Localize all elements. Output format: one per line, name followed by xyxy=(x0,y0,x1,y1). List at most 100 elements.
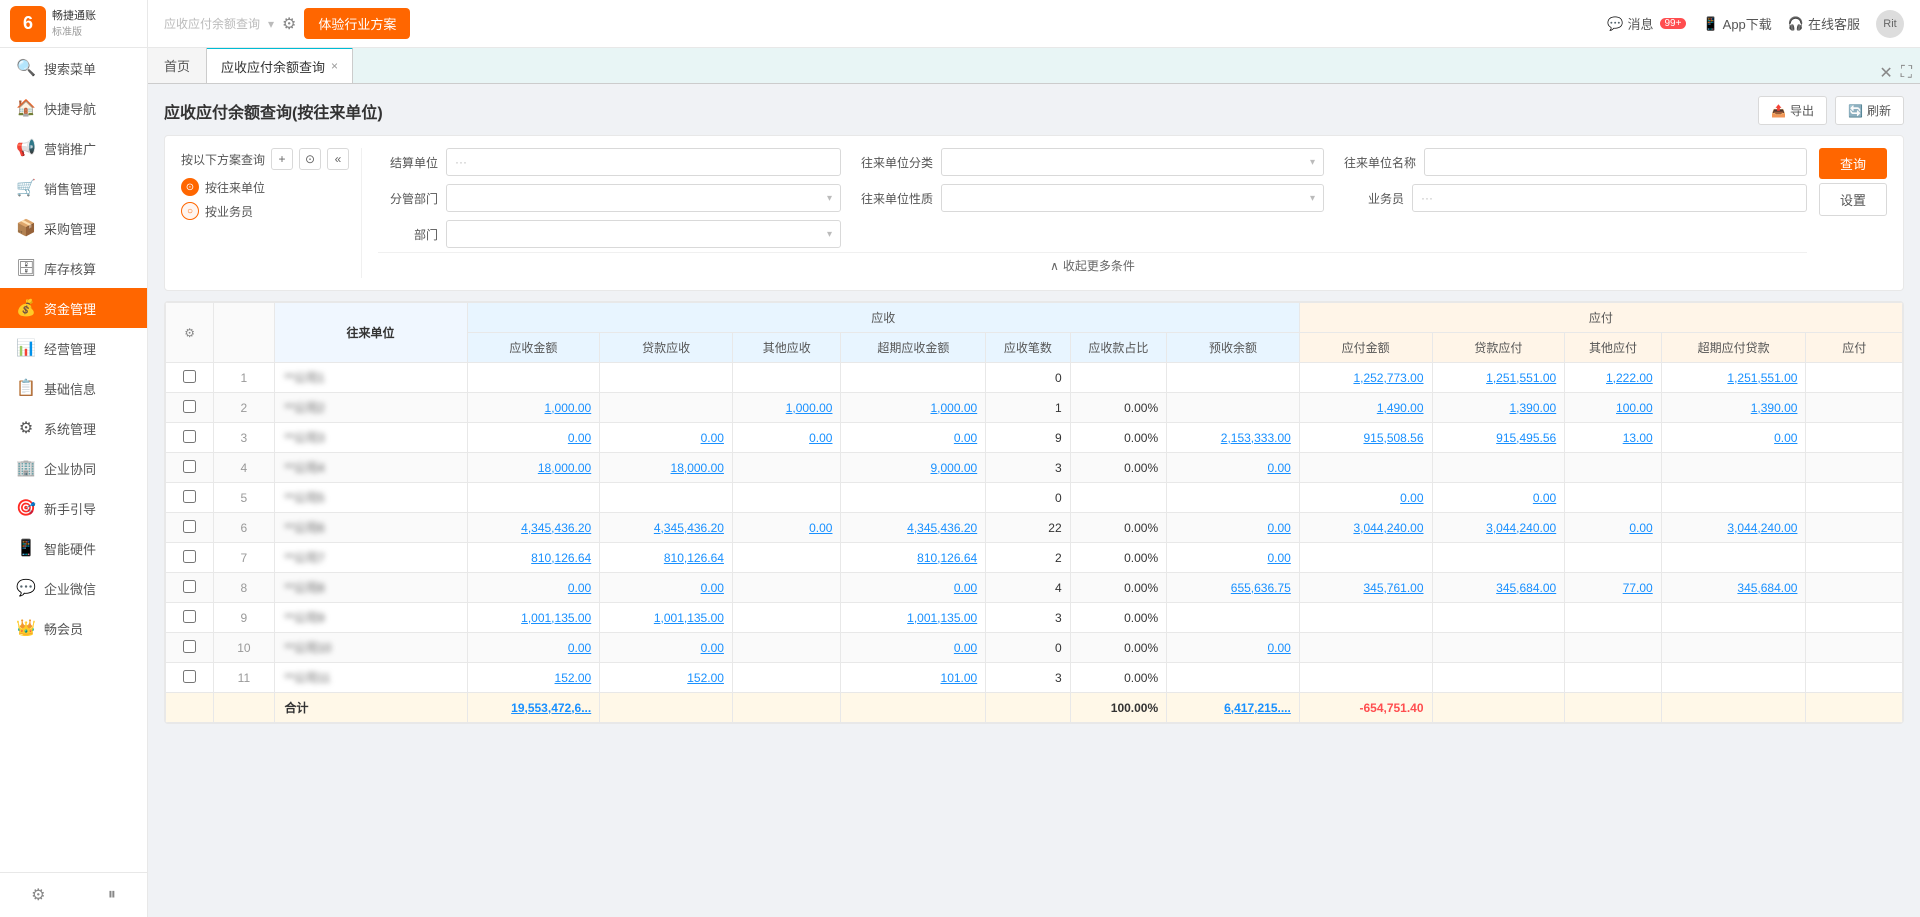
filter-field-settlement: 结算单位 ··· xyxy=(378,148,841,176)
sidebar-bottom: ⚙ ⏸ xyxy=(0,872,147,917)
filter-field-partner-name: 往来单位名称 xyxy=(1344,148,1807,176)
refresh-button[interactable]: 🔄 刷新 xyxy=(1835,96,1904,125)
filter-field-salesman: 业务员 ··· xyxy=(1344,184,1807,212)
wechat-icon: 💬 xyxy=(16,578,36,598)
active-tab-label: 应收应付余额查询 xyxy=(221,57,325,76)
sidebar-item-hardware[interactable]: 📱 智能硬件 xyxy=(0,528,147,568)
online-service-button[interactable]: 🎧 在线客服 xyxy=(1788,14,1860,33)
home-icon: 🏠 xyxy=(16,98,36,118)
system-icon: ⚙ xyxy=(16,418,36,438)
sidebar-item-corp[interactable]: 🏢 企业协同 xyxy=(0,448,147,488)
tab-active[interactable]: 应收应付余额查询 × xyxy=(207,47,353,83)
export-icon: 📤 xyxy=(1771,104,1786,118)
sidebar-item-label: 搜索菜单 xyxy=(44,59,96,78)
row-checkbox[interactable] xyxy=(183,610,196,623)
row-checkbox[interactable] xyxy=(183,640,196,653)
settings-bottom-icon[interactable]: ⚙ xyxy=(23,881,53,909)
sub-dept-input[interactable]: ▾ xyxy=(446,220,841,248)
online-service-label: 在线客服 xyxy=(1808,14,1860,33)
row-checkbox[interactable] xyxy=(183,400,196,413)
sidebar-item-system[interactable]: ⚙ 系统管理 xyxy=(0,408,147,448)
edit-scheme-button[interactable]: ⊙ xyxy=(299,148,321,170)
filter-scheme-panel: 按以下方案查询 + ⊙ « ⊙ 按往来单位 ○ 按业务员 xyxy=(181,148,362,278)
refresh-icon: 🔄 xyxy=(1848,104,1863,118)
dept-input[interactable]: ▾ xyxy=(446,184,841,212)
sidebar-item-label: 企业微信 xyxy=(44,579,96,598)
app-download-button[interactable]: 📱 App下载 xyxy=(1702,14,1771,33)
setting-button[interactable]: 设置 xyxy=(1819,183,1887,216)
row-checkbox[interactable] xyxy=(183,520,196,533)
dropdown-arrow-icon: ▾ xyxy=(827,193,832,204)
export-button[interactable]: 📤 导出 xyxy=(1758,96,1827,125)
sidebar-item-member[interactable]: 👑 畅会员 xyxy=(0,608,147,648)
partner-cell: **公司10 xyxy=(274,633,467,663)
message-button[interactable]: 💬 消息 99+ xyxy=(1607,14,1686,33)
sidebar-item-sales[interactable]: 🛒 销售管理 xyxy=(0,168,147,208)
settings-col-header[interactable]: ⚙ xyxy=(166,303,214,363)
row-checkbox[interactable] xyxy=(183,550,196,563)
topbar: 应收应付余额查询 ▾ ⚙ 体验行业方案 💬 消息 99+ 📱 App下载 🎧 在… xyxy=(148,0,1920,48)
row-number-header xyxy=(214,303,274,363)
row-checkbox[interactable] xyxy=(183,670,196,683)
row-checkbox[interactable] xyxy=(183,490,196,503)
collapse-conditions-button[interactable]: ∧ 收起更多条件 xyxy=(378,252,1807,278)
marketing-icon: 📢 xyxy=(16,138,36,158)
collapse-sidebar-icon[interactable]: ⏸ xyxy=(100,882,124,908)
search-icon: 🔍 xyxy=(16,58,36,78)
sidebar-item-purchase[interactable]: 📦 采购管理 xyxy=(0,208,147,248)
sidebar-item-label: 畅会员 xyxy=(44,619,83,638)
sidebar-item-label: 经营管理 xyxy=(44,339,96,358)
sidebar-item-search[interactable]: 🔍 搜索菜单 xyxy=(0,48,147,88)
table-row: 3**公司30.000.000.000.0090.00%2,153,333.00… xyxy=(166,423,1903,453)
settlement-input[interactable]: ··· xyxy=(446,148,841,176)
footer-ys-zb: 100.00% xyxy=(1070,693,1167,723)
sidebar-item-wechat[interactable]: 💬 企业微信 xyxy=(0,568,147,608)
settlement-label: 结算单位 xyxy=(378,154,438,171)
sidebar-item-marketing[interactable]: 📢 营销推广 xyxy=(0,128,147,168)
partner-category-input[interactable]: ▾ xyxy=(941,148,1324,176)
sidebar: 6 畅捷通账 标准版 🔍 搜索菜单 🏠 快捷导航 📢 营销推广 🛒 销售管理 📦… xyxy=(0,0,148,917)
sidebar-item-operation[interactable]: 📊 经营管理 xyxy=(0,328,147,368)
sidebar-item-basic[interactable]: 📋 基础信息 xyxy=(0,368,147,408)
collapse-label: 收起更多条件 xyxy=(1063,257,1135,274)
table-row: 1**公司101,252,773.001,251,551.001,222.001… xyxy=(166,363,1903,393)
row-checkbox[interactable] xyxy=(183,580,196,593)
footer-ys-je[interactable]: 19,553,472,6... xyxy=(467,693,600,723)
footer-ys-yy[interactable]: 6,417,215.... xyxy=(1167,693,1300,723)
user-profile[interactable]: Rit xyxy=(1876,10,1904,38)
topbar-gear-icon[interactable]: ⚙ xyxy=(282,14,296,34)
dropdown-arrow-icon[interactable]: ▾ xyxy=(268,17,274,31)
page-header: 应收应付余额查询(按往来单位) 📤 导出 🔄 刷新 xyxy=(164,96,1904,125)
collapse-scheme-button[interactable]: « xyxy=(327,148,349,170)
row-checkbox[interactable] xyxy=(183,430,196,443)
sidebar-item-label: 营销推广 xyxy=(44,139,96,158)
tab-home[interactable]: 首页 xyxy=(148,47,207,83)
tab-close-window-icon[interactable]: ✕ xyxy=(1879,63,1892,83)
table-row: 6**公司64,345,436.204,345,436.200.004,345,… xyxy=(166,513,1903,543)
app-download-label: App下载 xyxy=(1723,14,1772,33)
dropdown-arrow-icon: ▾ xyxy=(1310,157,1315,168)
sidebar-item-inventory[interactable]: 🗄 库存核算 xyxy=(0,248,147,288)
partner-cell: **公司3 xyxy=(274,423,467,453)
yf-cq-header: 超期应付贷款 xyxy=(1661,333,1806,363)
salesman-input[interactable]: ··· xyxy=(1412,184,1807,212)
partner-name-input[interactable] xyxy=(1424,148,1807,176)
sidebar-item-quicknav[interactable]: 🏠 快捷导航 xyxy=(0,88,147,128)
ys-je-header: 应收金额 xyxy=(467,333,600,363)
industry-solution-button[interactable]: 体验行业方案 xyxy=(304,8,410,39)
table-settings-icon[interactable]: ⚙ xyxy=(184,326,195,340)
dropdown-arrow-icon: ▾ xyxy=(827,229,832,240)
tab-close-icon[interactable]: × xyxy=(331,59,338,73)
row-checkbox[interactable] xyxy=(183,460,196,473)
sidebar-item-finance[interactable]: 💰 资金管理 xyxy=(0,288,147,328)
table-row: 10**公司100.000.000.0000.00%0.00 xyxy=(166,633,1903,663)
partner-nature-input[interactable]: ▾ xyxy=(941,184,1324,212)
yingfu-group-header: 应付 xyxy=(1299,303,1902,333)
scheme-option-by-partner[interactable]: ⊙ 按往来单位 xyxy=(181,178,349,196)
row-checkbox[interactable] xyxy=(183,370,196,383)
add-scheme-button[interactable]: + xyxy=(271,148,293,170)
sidebar-item-newbie[interactable]: 🎯 新手引导 xyxy=(0,488,147,528)
query-button[interactable]: 查询 xyxy=(1819,148,1887,179)
scheme-option-by-salesman[interactable]: ○ 按业务员 xyxy=(181,202,349,220)
tab-maximize-icon[interactable]: ⛶ xyxy=(1901,64,1912,82)
